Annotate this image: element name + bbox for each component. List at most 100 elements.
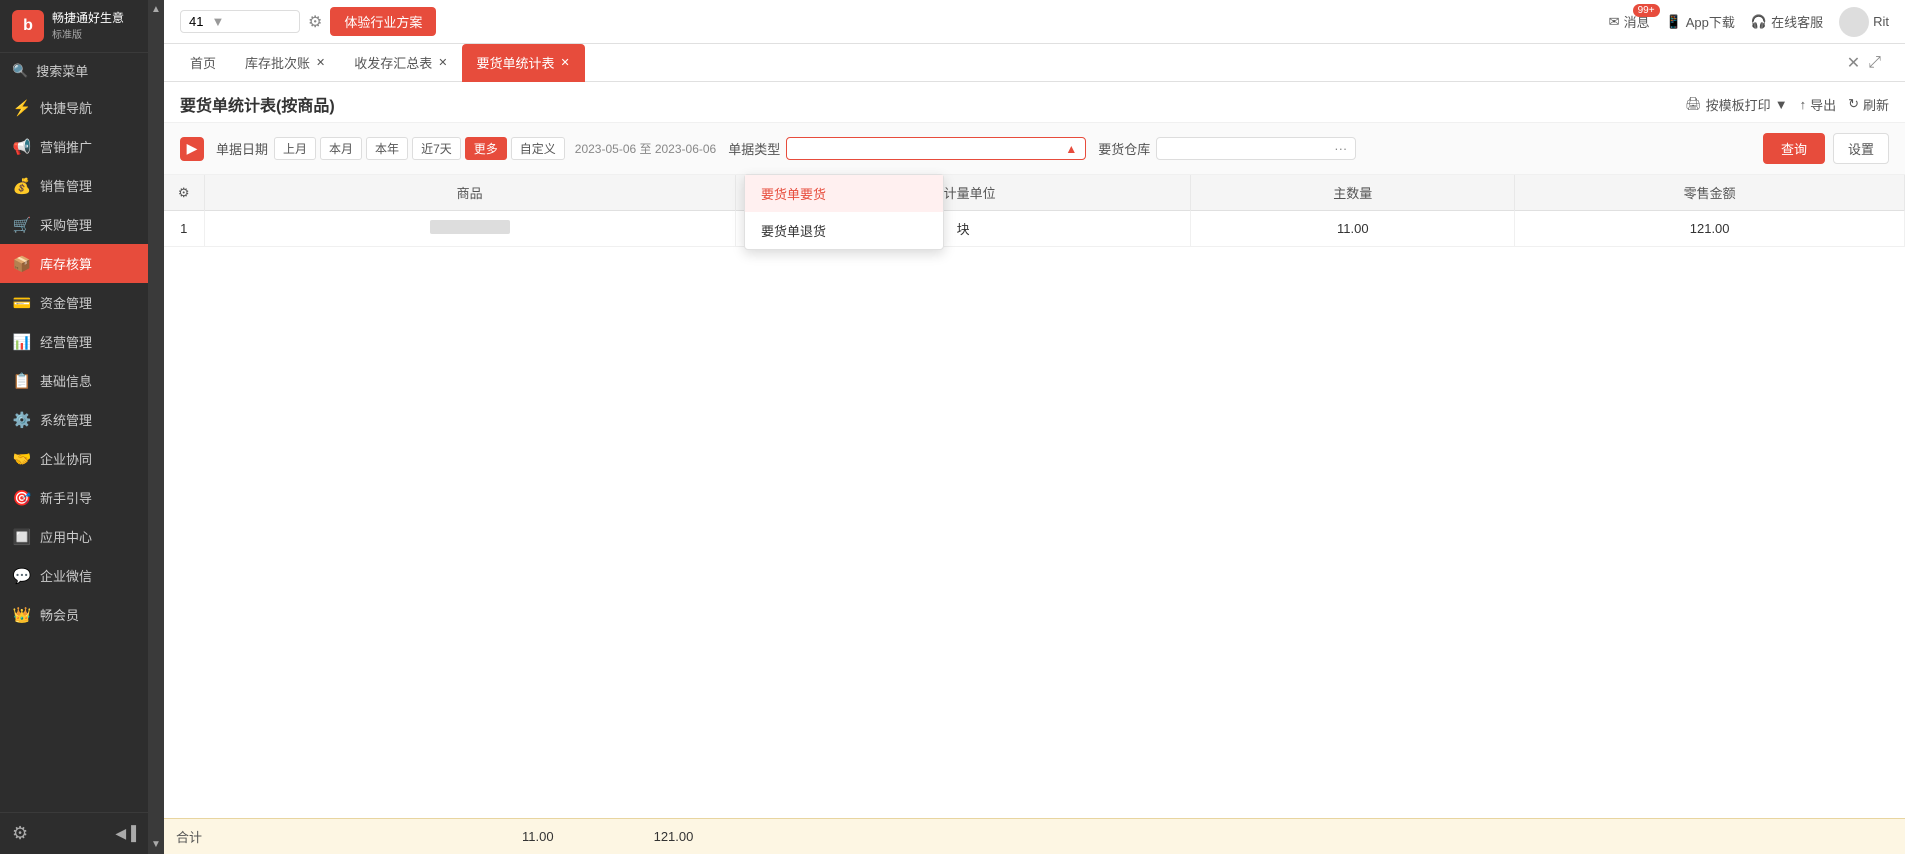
export-btn[interactable]: ↑ 导出 (1800, 95, 1837, 114)
date-btn-more[interactable]: 更多 (465, 137, 507, 160)
sidebar-item-member[interactable]: 👑 畅会员 (0, 595, 148, 634)
scroll-down-arrow[interactable]: ▼ (151, 839, 161, 850)
sidebar-item-quick-nav[interactable]: ⚡ 快捷导航 (0, 88, 148, 127)
chevron-up-icon[interactable]: ▲ (1065, 142, 1077, 156)
export-icon: ↑ (1800, 97, 1807, 112)
sidebar-item-finance[interactable]: 💳 资金管理 (0, 283, 148, 322)
close-all-icon[interactable]: ✕ (1847, 53, 1860, 73)
tab-batch-close[interactable]: ✕ (316, 56, 325, 69)
topbar-settings-icon[interactable]: ⚙ (308, 12, 322, 32)
date-btn-this-year[interactable]: 本年 (366, 137, 408, 160)
store-selector[interactable]: 41 ▼ (180, 10, 300, 33)
row-quantity: 11.00 (1191, 211, 1515, 247)
date-btn-last-7[interactable]: 近7天 (412, 137, 461, 160)
tab-order-stats-label: 要货单统计表 (476, 53, 554, 72)
warehouse-dots-icon[interactable]: ··· (1334, 141, 1347, 156)
sidebar-item-label: 畅会员 (40, 605, 79, 624)
sidebar-item-guide[interactable]: 🎯 新手引导 (0, 478, 148, 517)
sidebar-item-system[interactable]: ⚙️ 系统管理 (0, 400, 148, 439)
sidebar-item-label: 新手引导 (40, 488, 92, 507)
sidebar-item-label: 快捷导航 (40, 98, 92, 117)
operation-icon: 📊 (12, 333, 32, 351)
messages-btn[interactable]: ✉ 消息 99+ (1609, 12, 1650, 31)
sidebar-search[interactable]: 🔍 搜索菜单 (0, 53, 148, 88)
tab-home[interactable]: 首页 (176, 44, 231, 82)
tab-order-stats[interactable]: 要货单统计表 ✕ (462, 44, 584, 82)
sidebar-item-purchase[interactable]: 🛒 采购管理 (0, 205, 148, 244)
date-label: 单据日期 (216, 139, 268, 158)
date-filter-group: 单据日期 上月 本月 本年 近7天 更多 自定义 2023-05-06 至 20… (216, 137, 716, 160)
settings-gear-icon[interactable]: ⚙ (12, 823, 28, 844)
col-settings[interactable]: ⚙ (164, 175, 204, 211)
print-btn[interactable]: 🖨 按模板打印 ▼ (1685, 95, 1787, 114)
tabs-bar: 首页 库存批次账 ✕ 收发存汇总表 ✕ 要货单统计表 ✕ ✕ ⤢ (164, 44, 1905, 82)
scroll-up-arrow[interactable]: ▲ (151, 4, 161, 15)
date-btn-last-month[interactable]: 上月 (274, 137, 316, 160)
basic-icon: 📋 (12, 372, 32, 390)
sidebar-collapse-icon[interactable]: ◀▐ (115, 825, 136, 842)
table-row: 1 块 11.00 121.00 (164, 211, 1905, 247)
sidebar-item-marketing[interactable]: 📢 营销推广 (0, 127, 148, 166)
page-header: 要货单统计表(按商品) 🖨 按模板打印 ▼ ↑ 导出 ↻ 刷新 (164, 82, 1905, 123)
tab-batch[interactable]: 库存批次账 ✕ (231, 44, 340, 82)
row-amount: 121.00 (1515, 211, 1905, 247)
col-quantity: 主数量 (1191, 175, 1515, 211)
filter-actions: 查询 设置 (1763, 133, 1889, 164)
filter-toggle-btn[interactable]: ▶ (180, 137, 204, 161)
sidebar-item-appstore[interactable]: 🔲 应用中心 (0, 517, 148, 556)
warehouse-filter-group: 要货仓库 ··· (1098, 137, 1356, 160)
app-download-btn[interactable]: 📱 App下载 (1666, 12, 1735, 31)
tab-end-controls: ✕ ⤢ (1835, 53, 1893, 73)
sidebar-item-wechat[interactable]: 💬 企业微信 (0, 556, 148, 595)
online-service-btn[interactable]: 🎧 在线客服 (1751, 12, 1823, 31)
refresh-icon: ↻ (1848, 96, 1859, 112)
sidebar-search-label: 搜索菜单 (36, 61, 88, 80)
wechat-icon: 💬 (12, 567, 32, 585)
sidebar-item-label: 系统管理 (40, 410, 92, 429)
tab-receivable-close[interactable]: ✕ (438, 56, 447, 69)
tab-receivable[interactable]: 收发存汇总表 ✕ (340, 44, 462, 82)
date-quick-btns: 上月 本月 本年 近7天 更多 自定义 (274, 137, 565, 160)
chevron-down-icon: ▼ (211, 14, 224, 29)
sidebar-item-basic[interactable]: 📋 基础信息 (0, 361, 148, 400)
main-area: 41 ▼ ⚙ 体验行业方案 ✉ 消息 99+ 📱 App下载 🎧 在线客服 R (164, 0, 1905, 854)
sidebar-item-label: 经营管理 (40, 332, 92, 351)
expand-icon[interactable]: ⤢ (1868, 54, 1881, 72)
sidebar-item-label: 应用中心 (40, 527, 92, 546)
app-logo-icon: b (12, 10, 44, 42)
page-header-actions: 🖨 按模板打印 ▼ ↑ 导出 ↻ 刷新 (1685, 95, 1889, 114)
refresh-btn[interactable]: ↻ 刷新 (1848, 95, 1889, 114)
user-menu[interactable]: Rit (1839, 7, 1889, 37)
tab-order-stats-close[interactable]: ✕ (561, 56, 570, 69)
dropdown-item-return[interactable]: 要货单退货 (745, 212, 943, 249)
date-btn-custom[interactable]: 自定义 (511, 137, 565, 160)
dropdown-item-requisition[interactable]: 要货单要货 (745, 175, 943, 212)
query-btn[interactable]: 查询 (1763, 133, 1825, 164)
sidebar-item-operation[interactable]: 📊 经营管理 (0, 322, 148, 361)
settings-btn[interactable]: 设置 (1833, 133, 1889, 164)
type-dropdown: 要货单要货 要货单退货 (744, 174, 944, 250)
warehouse-select[interactable]: ··· (1156, 137, 1356, 160)
sidebar-item-inventory[interactable]: 📦 库存核算 (0, 244, 148, 283)
type-select[interactable]: ▲ (786, 137, 1086, 160)
trial-button[interactable]: 体验行业方案 (330, 7, 436, 36)
date-btn-this-month[interactable]: 本月 (320, 137, 362, 160)
footer-label: 合计 (176, 827, 202, 846)
row-seq: 1 (164, 211, 204, 247)
search-icon: 🔍 (12, 63, 28, 79)
finance-icon: 💳 (12, 294, 32, 312)
chevron-down-icon: ▼ (1775, 97, 1788, 112)
sidebar-scroll: ▲ ▼ (148, 0, 164, 854)
store-name: 41 (189, 14, 203, 29)
sidebar-logo: b 畅捷通好生意 标准版 (0, 0, 148, 53)
sidebar-item-enterprise[interactable]: 🤝 企业协同 (0, 439, 148, 478)
date-range-text: 2023-05-06 至 2023-06-06 (575, 140, 716, 157)
page-title: 要货单统计表(按商品) (180, 92, 335, 116)
table-footer: 合计 11.00 121.00 (164, 818, 1905, 854)
sidebar-item-label: 销售管理 (40, 176, 92, 195)
sidebar-item-label: 企业协同 (40, 449, 92, 468)
sidebar-item-sales[interactable]: 💰 销售管理 (0, 166, 148, 205)
type-input[interactable] (795, 141, 1065, 156)
quick-nav-icon: ⚡ (12, 99, 32, 117)
sidebar-item-label: 库存核算 (40, 254, 92, 273)
